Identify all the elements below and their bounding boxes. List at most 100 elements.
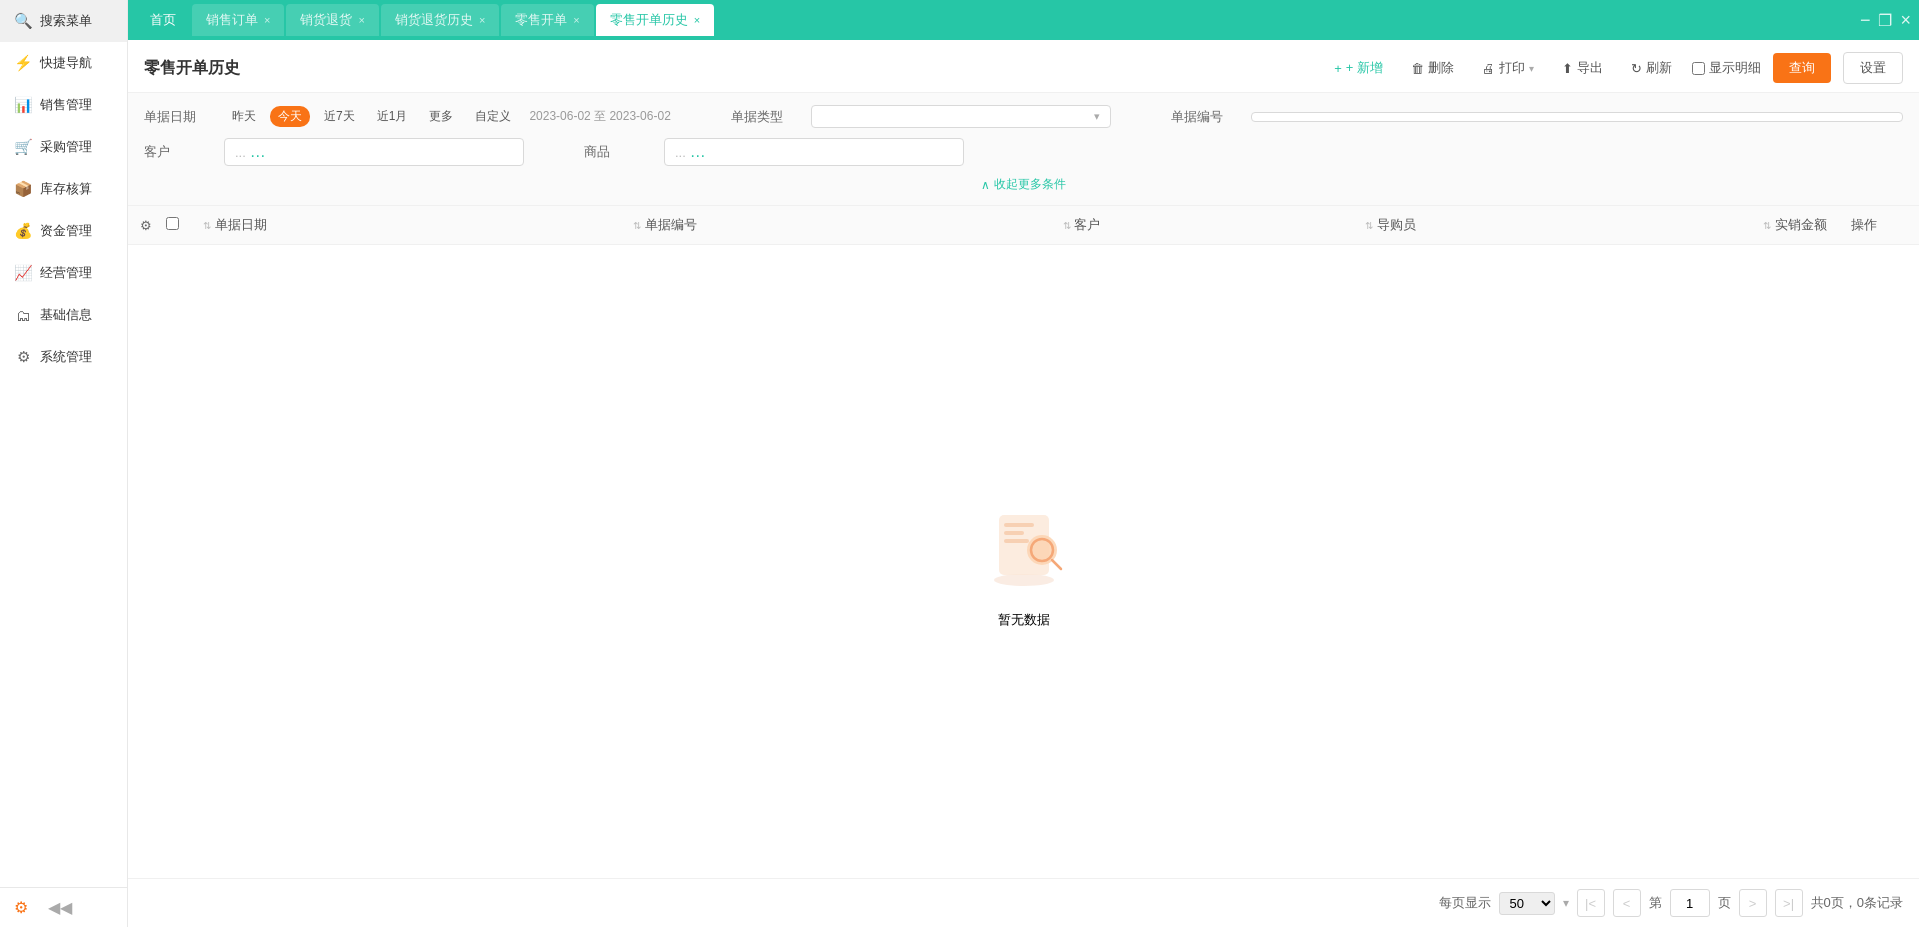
display-detail-label: 显示明细 [1709, 59, 1761, 77]
date-yesterday[interactable]: 昨天 [224, 106, 264, 127]
sidebar-item-label: 基础信息 [40, 306, 92, 324]
sidebar-item-label: 采购管理 [40, 138, 92, 156]
data-table: ⚙ ⇅ 单据日期 ⇅ 单据编号 ⇅ [128, 206, 1919, 245]
tab-sales-order-label: 销售订单 [206, 11, 258, 29]
tab-sales-return[interactable]: 销货退货 × [286, 4, 378, 36]
tab-retail-history-label: 零售开单历史 [610, 11, 688, 29]
sidebar-item-label: 资金管理 [40, 222, 92, 240]
page-last-button[interactable]: >| [1775, 889, 1803, 917]
pagination-chevron-icon: ▾ [1563, 896, 1569, 910]
finance-icon: 💰 [14, 222, 32, 240]
date-today[interactable]: 今天 [270, 106, 310, 127]
refresh-icon: ↻ [1631, 61, 1642, 76]
page-next-button[interactable]: > [1739, 889, 1767, 917]
page-prev-button[interactable]: < [1613, 889, 1641, 917]
window-restore-button[interactable]: ❐ [1878, 11, 1892, 30]
sidebar-item-quick-nav[interactable]: ⚡ 快捷导航 [0, 42, 127, 84]
query-button[interactable]: 查询 [1773, 53, 1831, 83]
sidebar-bottom: ⚙ ◀◀ [0, 887, 127, 927]
select-all-checkbox[interactable] [166, 217, 179, 230]
quick-nav-icon: ⚡ [14, 54, 32, 72]
tab-retail-history[interactable]: 零售开单历史 × [596, 4, 714, 36]
date-label: 单据日期 [144, 108, 204, 126]
empty-illustration [974, 495, 1074, 595]
table-header-operation: 操作 [1839, 206, 1919, 245]
add-button[interactable]: + + 新增 [1326, 55, 1391, 81]
col-customer-sort-icon[interactable]: ⇅ [1063, 220, 1071, 231]
sidebar-item-system-mgmt[interactable]: ⚙ 系统管理 [0, 336, 127, 378]
export-button[interactable]: ⬆ 导出 [1554, 55, 1611, 81]
system-icon: ⚙ [14, 348, 32, 366]
tab-sales-return-history-close[interactable]: × [479, 14, 485, 26]
date-custom[interactable]: 自定义 [467, 106, 519, 127]
col-guide-sort-icon[interactable]: ⇅ [1365, 220, 1373, 231]
sidebar-item-label: 经营管理 [40, 264, 92, 282]
goods-ellipsis-icon[interactable]: … [690, 143, 706, 161]
filter-row-date: 单据日期 昨天 今天 近7天 近1月 更多 自定义 2023-06-02 至 2… [144, 105, 1903, 128]
customer-input[interactable]: ... … [224, 138, 524, 166]
refresh-label: 刷新 [1646, 59, 1672, 77]
window-minimize-button[interactable]: − [1860, 10, 1871, 31]
settings-icon[interactable]: ⚙ [14, 898, 28, 917]
collapse-up-icon: ∧ [981, 178, 990, 192]
per-page-select[interactable]: 50 100 200 [1499, 892, 1555, 915]
sidebar-item-operations[interactable]: 📈 经营管理 [0, 252, 127, 294]
customer-placeholder: ... [235, 145, 246, 160]
collapse-icon[interactable]: ◀◀ [48, 898, 72, 917]
page-first-button[interactable]: |< [1577, 889, 1605, 917]
refresh-button[interactable]: ↻ 刷新 [1623, 55, 1680, 81]
print-button[interactable]: 🖨 打印 ▾ [1474, 55, 1542, 81]
sidebar-item-sales-mgmt[interactable]: 📊 销售管理 [0, 84, 127, 126]
page-title: 零售开单历史 [144, 58, 240, 79]
sidebar-item-finance[interactable]: 💰 资金管理 [0, 210, 127, 252]
table-header-row: ⚙ ⇅ 单据日期 ⇅ 单据编号 ⇅ [128, 206, 1919, 245]
svg-rect-4 [1004, 539, 1029, 543]
doc-no-input[interactable] [1251, 112, 1903, 122]
table-header-no: ⇅ 单据编号 [621, 206, 1051, 245]
tab-retail-history-close[interactable]: × [694, 14, 700, 26]
sidebar-item-label: 库存核算 [40, 180, 92, 198]
delete-button[interactable]: 🗑 删除 [1403, 55, 1462, 81]
operations-icon: 📈 [14, 264, 32, 282]
goods-input[interactable]: ... … [664, 138, 964, 166]
doc-type-select[interactable]: ▾ [811, 105, 1111, 128]
search-icon: 🔍 [14, 12, 32, 30]
tab-home[interactable]: 首页 [136, 4, 190, 36]
sidebar-item-base-info[interactable]: 🗂 基础信息 [0, 294, 127, 336]
tab-sales-return-history[interactable]: 销货退货历史 × [381, 4, 499, 36]
page-number-input[interactable] [1670, 889, 1710, 917]
add-label: + 新增 [1346, 59, 1383, 77]
print-label: 打印 [1499, 59, 1525, 77]
tab-retail-open[interactable]: 零售开单 × [501, 4, 593, 36]
collapse-bar[interactable]: ∧ 收起更多条件 [144, 176, 1903, 193]
tab-sales-order[interactable]: 销售订单 × [192, 4, 284, 36]
sidebar-search[interactable]: 🔍 搜索菜单 [0, 0, 127, 42]
col-date-sort-icon[interactable]: ⇅ [203, 220, 211, 231]
tab-sales-return-close[interactable]: × [358, 14, 364, 26]
goods-placeholder: ... [675, 145, 686, 160]
page-label: 第 [1649, 894, 1662, 912]
col-amount-sort-icon[interactable]: ⇅ [1763, 220, 1771, 231]
svg-rect-2 [1004, 523, 1034, 527]
inventory-icon: 📦 [14, 180, 32, 198]
date-buttons: 昨天 今天 近7天 近1月 更多 自定义 2023-06-02 至 2023-0… [224, 106, 671, 127]
date-1month[interactable]: 近1月 [369, 106, 416, 127]
tab-home-label: 首页 [150, 11, 176, 29]
tab-sales-order-close[interactable]: × [264, 14, 270, 26]
sales-icon: 📊 [14, 96, 32, 114]
tab-retail-open-close[interactable]: × [573, 14, 579, 26]
display-detail-checkbox[interactable] [1692, 62, 1705, 75]
sidebar-item-purchase-mgmt[interactable]: 🛒 采购管理 [0, 126, 127, 168]
date-more[interactable]: 更多 [421, 106, 461, 127]
table-header-customer: ⇅ 客户 [1051, 206, 1353, 245]
window-close-button[interactable]: × [1900, 10, 1911, 31]
settings-button[interactable]: 设置 [1843, 52, 1903, 84]
tab-sales-return-history-label: 销货退货历史 [395, 11, 473, 29]
sidebar-item-inventory[interactable]: 📦 库存核算 [0, 168, 127, 210]
col-no-sort-icon[interactable]: ⇅ [633, 220, 641, 231]
date-7days[interactable]: 近7天 [316, 106, 363, 127]
pagination: 每页显示 50 100 200 ▾ |< < 第 页 > >| 共0页，0条记录 [128, 878, 1919, 927]
table-setting-icon[interactable]: ⚙ [140, 218, 152, 233]
display-detail-button[interactable]: 显示明细 [1692, 59, 1761, 77]
customer-ellipsis-icon[interactable]: … [250, 143, 266, 161]
